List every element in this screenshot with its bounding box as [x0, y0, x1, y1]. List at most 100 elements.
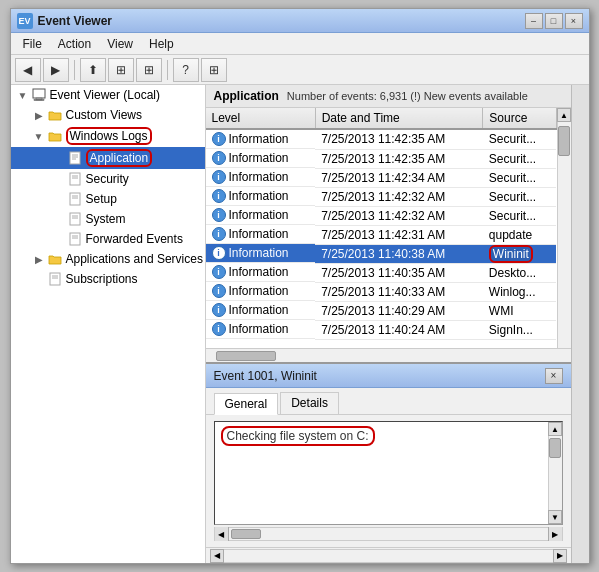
main-window: EV Event Viewer – □ × File Action View H… — [10, 8, 590, 564]
table-row[interactable]: iInformation7/25/2013 11:40:29 AMWMI — [206, 301, 557, 320]
tree-item-windows-logs[interactable]: ▼ Windows Logs — [11, 125, 205, 147]
menu-view[interactable]: View — [99, 35, 141, 53]
text-area-scrollbar[interactable]: ▲ ▼ — [548, 422, 562, 524]
svg-rect-0 — [33, 89, 45, 98]
tree-item-setup[interactable]: Setup — [11, 189, 205, 209]
event-list-scrollbar[interactable]: ▲ — [557, 108, 571, 348]
close-button[interactable]: × — [565, 13, 583, 29]
table-row[interactable]: iInformation7/25/2013 11:42:34 AMSecurit… — [206, 168, 557, 187]
svg-rect-3 — [70, 152, 80, 164]
info-icon: i — [212, 132, 226, 146]
tree-item-subscriptions[interactable]: Subscriptions — [11, 269, 205, 289]
cell-datetime: 7/25/2013 11:42:32 AM — [315, 206, 483, 225]
right-strip — [571, 85, 589, 563]
up-button[interactable]: ⬆ — [80, 58, 106, 82]
expander-icon: ▼ — [31, 128, 47, 144]
status-scroll-right[interactable]: ▶ — [553, 549, 567, 563]
menu-action[interactable]: Action — [50, 35, 99, 53]
expander-spacer — [31, 271, 47, 287]
table-row[interactable]: iInformation7/25/2013 11:42:31 AMqupdate — [206, 225, 557, 244]
table-row[interactable]: iInformation7/25/2013 11:40:38 AMWininit — [206, 244, 557, 263]
back-button[interactable]: ◀ — [15, 58, 41, 82]
table-row[interactable]: iInformation7/25/2013 11:40:33 AMWinlog.… — [206, 282, 557, 301]
tree-item-app-services[interactable]: ▶ Applications and Services Lo — [11, 249, 205, 269]
table-row[interactable]: iInformation7/25/2013 11:40:35 AMDeskto.… — [206, 263, 557, 282]
table-row[interactable]: iInformation7/25/2013 11:42:32 AMSecurit… — [206, 187, 557, 206]
help-button[interactable]: ? — [173, 58, 199, 82]
cell-source: WMI — [483, 301, 556, 320]
text-area-h-scrollbar[interactable]: ◀ ▶ — [214, 527, 563, 541]
app-doc-icon — [67, 150, 83, 166]
maximize-button[interactable]: □ — [545, 13, 563, 29]
table-row[interactable]: iInformation7/25/2013 11:42:32 AMSecurit… — [206, 206, 557, 225]
cell-level: iInformation — [206, 263, 316, 282]
system-doc-icon — [67, 211, 83, 227]
title-bar: EV Event Viewer – □ × — [11, 9, 589, 33]
cell-source: SignIn... — [483, 320, 556, 339]
expander-spacer — [51, 211, 67, 227]
cell-datetime: 7/25/2013 11:40:33 AM — [315, 282, 483, 301]
event-list-h-scrollbar[interactable] — [206, 348, 571, 362]
text-scroll-up[interactable]: ▲ — [548, 422, 562, 436]
scroll-thumb[interactable] — [558, 126, 570, 156]
h-scroll-thumb[interactable] — [216, 351, 276, 361]
new-view-button[interactable]: ⊞ — [136, 58, 162, 82]
dialog-panel: Event 1001, Wininit × General Details ▲ … — [206, 362, 571, 547]
text-scroll-thumb[interactable] — [549, 438, 561, 458]
tree-item-system[interactable]: System — [11, 209, 205, 229]
text-h-scroll-left[interactable]: ◀ — [215, 527, 229, 541]
col-source[interactable]: Source — [483, 108, 556, 129]
col-datetime[interactable]: Date and Time — [315, 108, 483, 129]
panel-info: Number of events: 6,931 (!) New events a… — [287, 90, 528, 102]
col-level[interactable]: Level — [206, 108, 316, 129]
event-table-container[interactable]: Level Date and Time Source iInformation7… — [206, 108, 557, 348]
status-bar: ◀ ▶ — [206, 547, 571, 563]
dialog-close-button[interactable]: × — [545, 368, 563, 384]
tree-item-custom-views[interactable]: ▶ Custom Views — [11, 105, 205, 125]
window-icon: EV — [17, 13, 33, 29]
tab-general[interactable]: General — [214, 393, 279, 415]
expander-icon: ▶ — [31, 251, 47, 267]
scroll-up-button[interactable]: ▲ — [557, 108, 571, 122]
svg-rect-19 — [50, 273, 60, 285]
tree-label-windows-logs: Windows Logs — [66, 127, 152, 145]
menu-help[interactable]: Help — [141, 35, 182, 53]
table-row[interactable]: iInformation7/25/2013 11:42:35 AMSecurit… — [206, 129, 557, 149]
tree-item-security[interactable]: Security — [11, 169, 205, 189]
minimize-button[interactable]: – — [525, 13, 543, 29]
extra-button[interactable]: ⊞ — [201, 58, 227, 82]
text-scroll-down[interactable]: ▼ — [548, 510, 562, 524]
tree-item-application[interactable]: Application — [11, 147, 205, 169]
cell-datetime: 7/25/2013 11:42:32 AM — [315, 187, 483, 206]
svg-rect-2 — [34, 100, 44, 101]
dialog-title: Event 1001, Wininit — [214, 369, 545, 383]
info-icon: i — [212, 246, 226, 260]
text-h-scroll-right[interactable]: ▶ — [548, 527, 562, 541]
expander-spacer — [51, 171, 67, 187]
tab-details[interactable]: Details — [280, 392, 339, 414]
svg-rect-10 — [70, 193, 80, 205]
security-doc-icon — [67, 171, 83, 187]
svg-rect-13 — [70, 213, 80, 225]
event-list-inner: Level Date and Time Source iInformation7… — [206, 108, 571, 348]
info-icon: i — [212, 322, 226, 336]
toolbar-separator-2 — [167, 60, 168, 80]
forward-button[interactable]: ▶ — [43, 58, 69, 82]
cell-source: Securit... — [483, 187, 556, 206]
monitor-icon — [31, 87, 47, 103]
info-icon: i — [212, 170, 226, 184]
menu-file[interactable]: File — [15, 35, 50, 53]
main-content: ▼ Event Viewer (Local) ▶ Custom Views ▼ — [11, 85, 589, 563]
dialog-content-text: Checking file system on C: — [221, 426, 375, 446]
text-h-scroll-thumb[interactable] — [231, 529, 261, 539]
show-hide-button[interactable]: ⊞ — [108, 58, 134, 82]
cell-datetime: 7/25/2013 11:40:29 AM — [315, 301, 483, 320]
table-row[interactable]: iInformation7/25/2013 11:42:35 AMSecurit… — [206, 149, 557, 168]
tree-item-event-viewer-local[interactable]: ▼ Event Viewer (Local) — [11, 85, 205, 105]
cell-level: iInformation — [206, 130, 316, 149]
table-row[interactable]: iInformation7/25/2013 11:40:24 AMSignIn.… — [206, 320, 557, 339]
tree-item-forwarded-events[interactable]: Forwarded Events — [11, 229, 205, 249]
status-scroll-left[interactable]: ◀ — [210, 549, 224, 563]
info-icon: i — [212, 208, 226, 222]
info-icon: i — [212, 284, 226, 298]
